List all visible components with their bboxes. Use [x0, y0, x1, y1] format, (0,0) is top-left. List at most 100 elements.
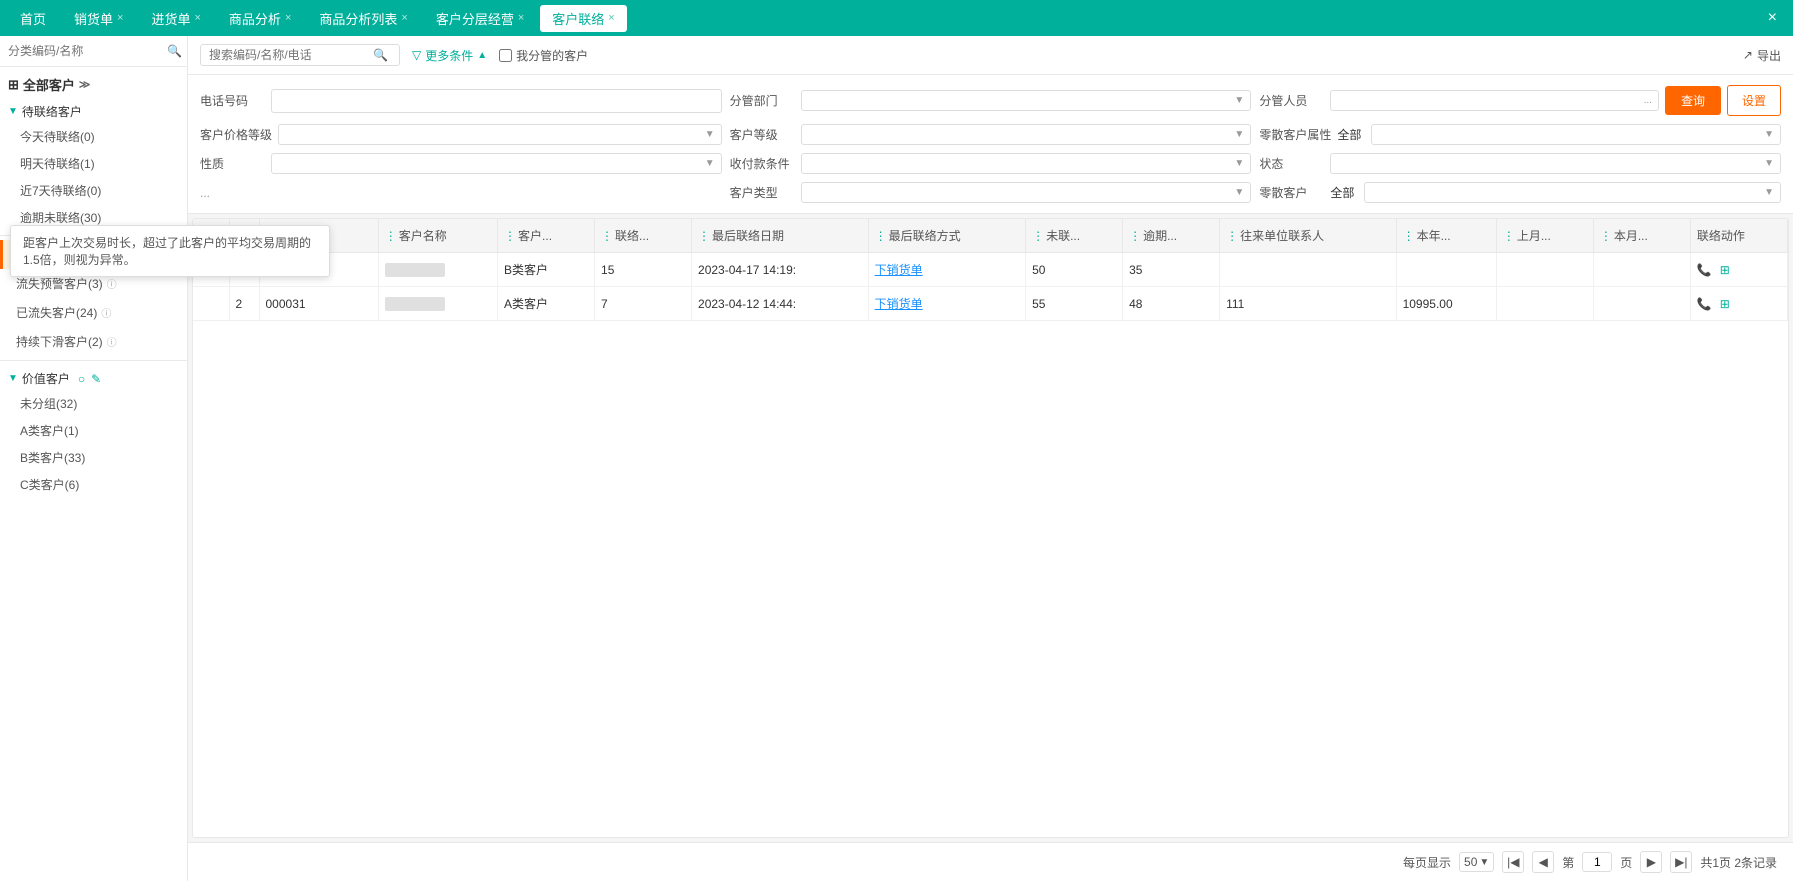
sidebar-item-declining[interactable]: 持续下滑客户(2) ⓘ	[0, 327, 187, 356]
sidebar-item-c-class[interactable]: C类客户(6)	[0, 471, 187, 498]
row-settings-1	[193, 287, 229, 321]
sidebar-item-tomorrow[interactable]: 明天待联络(1)	[0, 150, 187, 177]
filter-price-level: 客户价格等级 ▼	[200, 124, 722, 145]
contact-method-link-0[interactable]: 下销货单	[875, 263, 923, 277]
settings-button[interactable]: 设置	[1727, 85, 1781, 116]
table-section: ⚙ 客户编码 客户名称 客户... 联络... 最后联络日期 最后联络方式 未联…	[192, 218, 1789, 838]
nav-customer-tier-close[interactable]: ×	[518, 12, 524, 24]
value-edit-icon[interactable]: ○	[78, 372, 85, 386]
page-label: 第	[1562, 854, 1574, 871]
retail-attr-label: 零散客户属性	[1259, 126, 1331, 143]
retail-attr-caret: ▼	[1764, 129, 1774, 140]
total-label: 共1页 2条记录	[1700, 854, 1777, 871]
more-conditions-btn[interactable]: ▽ 更多条件 ▲	[412, 47, 487, 64]
action-menu-icon-0[interactable]: ⊞	[1720, 263, 1730, 277]
nav-sales[interactable]: 销货单 ×	[62, 5, 135, 32]
last-page-btn[interactable]: ▶|	[1670, 851, 1692, 873]
th-last-contact-date: 最后联络日期	[692, 219, 869, 253]
customer-level-caret: ▼	[1234, 129, 1244, 140]
retail-customer-label: 零散客户	[1259, 184, 1324, 201]
main-layout: 🔍 ⊞ 全部客户 ≫ ▼ 待联络客户 今天待联络(0) 明天待联络(1) 近7天…	[0, 36, 1793, 881]
contact-method-link-1[interactable]: 下销货单	[875, 297, 923, 311]
phone-input[interactable]	[271, 89, 722, 113]
nav-product-analysis-close[interactable]: ×	[285, 12, 291, 24]
export-button[interactable]: ↗ 导出	[1743, 47, 1781, 64]
customer-level-select[interactable]: ▼	[801, 124, 1252, 145]
retail-customer-static: 全部	[1330, 184, 1354, 201]
row-type-1: A类客户	[498, 287, 595, 321]
row-name-1	[378, 287, 497, 321]
nav-purchase[interactable]: 进货单 ×	[139, 5, 212, 32]
more-ellipsis[interactable]: ...	[200, 186, 210, 200]
value-section-header[interactable]: ▼ 价值客户 ○ ✎	[0, 365, 187, 390]
table-header-row: ⚙ 客户编码 客户名称 客户... 联络... 最后联络日期 最后联络方式 未联…	[193, 219, 1788, 253]
main-search-input[interactable]	[209, 48, 369, 62]
row-uncontact-1: 55	[1026, 287, 1123, 321]
page-input[interactable]	[1582, 852, 1612, 872]
row-type-0: B类客户	[498, 253, 595, 287]
filter-retail-customer: 零散客户 全部 ▼	[1259, 182, 1781, 203]
first-page-btn[interactable]: |◀	[1502, 851, 1524, 873]
status-select[interactable]: ▼	[1330, 153, 1781, 174]
collapse-icon[interactable]: ≫	[79, 78, 91, 91]
value-add-icon[interactable]: ✎	[91, 372, 101, 386]
nav-customer-contact[interactable]: 客户联络 ×	[540, 5, 626, 32]
lost-info-icon: ⓘ	[107, 276, 117, 291]
th-contact-count: 联络...	[595, 219, 692, 253]
nav-product-list-close[interactable]: ×	[401, 12, 407, 24]
filter-payment: 收付款条件 ▼	[730, 153, 1252, 174]
gender-caret: ▼	[705, 158, 715, 169]
price-level-select[interactable]: ▼	[278, 124, 722, 145]
row-last-method-1: 下销货单	[868, 287, 1025, 321]
nav-product-analysis[interactable]: 商品分析 ×	[217, 5, 303, 32]
filter-manager: 分管人员 ... 查询 设置	[1259, 85, 1781, 116]
sidebar-item-a-class[interactable]: A类客户(1)	[0, 417, 187, 444]
customer-type-select[interactable]: ▼	[801, 182, 1252, 203]
th-this-month: 本月...	[1593, 219, 1690, 253]
nav-customer-tier[interactable]: 客户分层经营 ×	[424, 5, 536, 32]
action-phone-icon-0[interactable]: 📞	[1697, 263, 1712, 277]
retail-customer-select[interactable]: ▼	[1364, 182, 1781, 203]
sidebar-item-today[interactable]: 今天待联络(0)	[0, 123, 187, 150]
sidebar-search-input[interactable]	[8, 44, 163, 58]
per-page-value: 50	[1464, 855, 1477, 869]
nav-product-list[interactable]: 商品分析列表 ×	[307, 5, 419, 32]
row-code-1: 000031	[259, 287, 378, 321]
sidebar-item-already-lost[interactable]: 已流失客户(24) ⓘ	[0, 298, 187, 327]
gender-select[interactable]: ▼	[271, 153, 722, 174]
my-customers-checkbox[interactable]	[499, 49, 512, 62]
nav-purchase-close[interactable]: ×	[194, 12, 200, 24]
row-this-year-0	[1396, 253, 1496, 287]
sidebar-search-icon[interactable]: 🔍	[167, 44, 182, 58]
nav-home[interactable]: 首页	[8, 5, 58, 32]
top-nav: 首页 销货单 × 进货单 × 商品分析 × 商品分析列表 × 客户分层经营 × …	[0, 0, 1793, 36]
retail-attr-select[interactable]: ▼	[1371, 124, 1781, 145]
next-page-btn[interactable]: ▶	[1640, 851, 1662, 873]
payment-select[interactable]: ▼	[801, 153, 1252, 174]
row-overdue-1: 48	[1123, 287, 1220, 321]
dept-label: 分管部门	[730, 92, 795, 109]
nav-sales-close[interactable]: ×	[117, 12, 123, 24]
filter-more: ...	[200, 182, 722, 203]
window-close-button[interactable]: ×	[1760, 9, 1785, 27]
phone-label: 电话号码	[200, 92, 265, 109]
action-icons-0: 📞 ⊞	[1697, 263, 1781, 277]
row-name-0	[378, 253, 497, 287]
pending-section-header[interactable]: ▼ 待联络客户	[0, 98, 187, 123]
sidebar-item-ungroup[interactable]: 未分组(32)	[0, 390, 187, 417]
nav-customer-contact-close[interactable]: ×	[608, 12, 614, 24]
query-button[interactable]: 查询	[1665, 86, 1721, 115]
th-action: 联络动作	[1690, 219, 1787, 253]
sidebar-item-7days[interactable]: 近7天待联络(0)	[0, 177, 187, 204]
prev-page-btn[interactable]: ◀	[1532, 851, 1554, 873]
my-customers-filter[interactable]: 我分管的客户	[499, 47, 588, 64]
all-customers-header[interactable]: ⊞ 全部客户 ≫	[0, 67, 187, 98]
th-contacts: 往来单位联系人	[1220, 219, 1397, 253]
manager-select[interactable]: ...	[1330, 90, 1659, 111]
page-size-select[interactable]: 50 ▼	[1459, 852, 1494, 872]
action-menu-icon-1[interactable]: ⊞	[1720, 297, 1730, 311]
dept-select[interactable]: ▼	[801, 90, 1252, 111]
main-search-icon[interactable]: 🔍	[373, 48, 388, 62]
sidebar-item-b-class[interactable]: B类客户(33)	[0, 444, 187, 471]
action-phone-icon-1[interactable]: 📞	[1697, 297, 1712, 311]
